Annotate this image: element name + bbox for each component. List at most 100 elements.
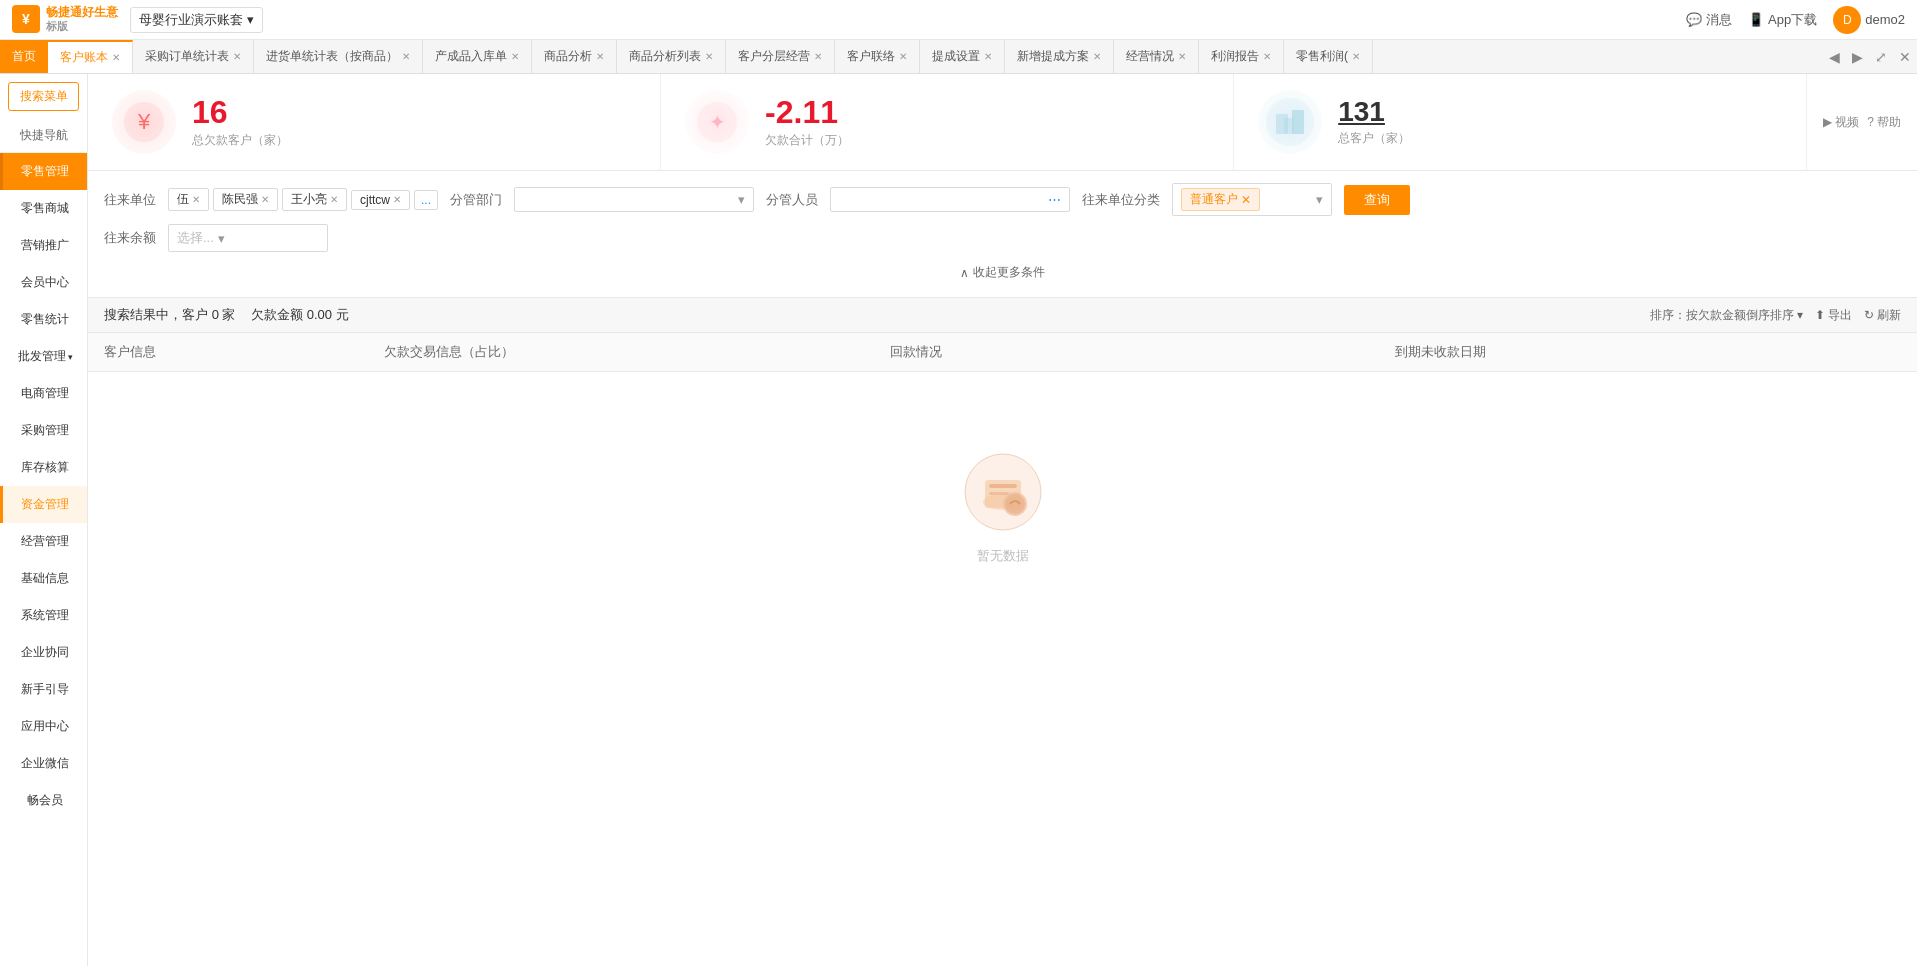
tag-close-wangxiao[interactable]: ✕ <box>330 194 338 205</box>
sidebar-item-retail-mgmt[interactable]: 零售管理 <box>0 153 87 190</box>
refresh-button[interactable]: ↻ 刷新 <box>1864 307 1901 324</box>
tab-close-purchase-order[interactable]: ✕ <box>233 51 241 62</box>
filter-row-1: 往来单位 伍 ✕ 陈民强 ✕ 王小亮 ✕ cjttcw <box>104 183 1901 216</box>
export-icon: ⬆ <box>1815 308 1825 322</box>
sidebar-item-pro-member[interactable]: 畅会员 <box>0 782 87 819</box>
tab-close-product-analysis-list[interactable]: ✕ <box>705 51 713 62</box>
sidebar-item-wholesale-mgmt[interactable]: 批发管理 ▾ <box>0 338 87 375</box>
sidebar-item-inventory[interactable]: 库存核算 <box>0 449 87 486</box>
tab-new-solution[interactable]: 新增提成方案 ✕ <box>1005 40 1114 74</box>
search-menu-button[interactable]: 搜索菜单 <box>8 82 79 111</box>
chevron-down-icon: ▾ <box>738 192 745 207</box>
sidebar-item-app-center[interactable]: 应用中心 <box>0 708 87 745</box>
sidebar-item-retail-mall[interactable]: 零售商城 <box>0 190 87 227</box>
tab-customer-tier[interactable]: 客户分层经营 ✕ <box>726 40 835 74</box>
tab-close-product-analysis[interactable]: ✕ <box>596 51 604 62</box>
tab-close-all-icon[interactable]: ✕ <box>1893 49 1917 65</box>
tab-close-profit-report[interactable]: ✕ <box>1263 51 1271 62</box>
org-selector[interactable]: 母婴行业演示账套 ▾ <box>130 7 263 33</box>
dept-select[interactable]: ▾ <box>514 187 754 212</box>
tag-close-iqu[interactable]: ✕ <box>192 194 200 205</box>
video-button[interactable]: ▶ 视频 <box>1823 82 1859 162</box>
tag-close-chenmin[interactable]: ✕ <box>261 194 269 205</box>
unit-label: 往来单位 <box>104 191 156 209</box>
tab-close-customer-tier[interactable]: ✕ <box>814 51 822 62</box>
header-right: 💬 消息 📱 App下载 D demo2 <box>1686 6 1905 34</box>
total-customers-info: 131 总客户（家） <box>1338 98 1410 147</box>
overdue-amount-icon: ✦ <box>685 90 749 154</box>
tab-product-analysis-list[interactable]: 商品分析列表 ✕ <box>617 40 726 74</box>
stat-total-customers: 131 总客户（家） <box>1234 74 1807 170</box>
sidebar-item-new-guide[interactable]: 新手引导 <box>0 671 87 708</box>
sidebar-item-fund-mgmt[interactable]: 资金管理 <box>0 486 87 523</box>
chevron-down-icon: ▾ <box>247 12 254 27</box>
user-menu[interactable]: D demo2 <box>1833 6 1905 34</box>
sidebar-item-purchase-mgmt[interactable]: 采购管理 <box>0 412 87 449</box>
balance-select[interactable]: 选择... ▾ <box>168 224 328 252</box>
tab-reminder-settings[interactable]: 提成设置 ✕ <box>920 40 1005 74</box>
sidebar-item-basic-info[interactable]: 基础信息 <box>0 560 87 597</box>
overdue-customers-value: 16 <box>192 96 288 128</box>
svg-point-14 <box>1005 494 1025 514</box>
sidebar-item-system-mgmt[interactable]: 系统管理 <box>0 597 87 634</box>
sidebar-item-ecommerce-mgmt[interactable]: 电商管理 <box>0 375 87 412</box>
collapse-button[interactable]: ∧ 收起更多条件 <box>104 260 1901 285</box>
tab-close-reminder-settings[interactable]: ✕ <box>984 51 992 62</box>
query-button[interactable]: 查询 <box>1344 185 1410 215</box>
sidebar-item-enterprise-coop[interactable]: 企业协同 <box>0 634 87 671</box>
overdue-customers-icon: ¥ <box>112 90 176 154</box>
tab-customer-account[interactable]: 客户账本 ✕ <box>48 40 133 74</box>
chevron-up-icon: ∧ <box>960 266 969 280</box>
tab-retail-profit[interactable]: 零售利润( ✕ <box>1284 40 1373 74</box>
sidebar-item-retail-stats[interactable]: 零售统计 <box>0 301 87 338</box>
tab-close-product-in[interactable]: ✕ <box>511 51 519 62</box>
tab-customer-contact[interactable]: 客户联络 ✕ <box>835 40 920 74</box>
sidebar-item-marketing[interactable]: 营销推广 <box>0 227 87 264</box>
tab-close-purchase-stats[interactable]: ✕ <box>402 51 410 62</box>
tab-nav-right[interactable]: ▶ <box>1846 49 1869 65</box>
overdue-customers-info: 16 总欠款客户（家） <box>192 96 288 149</box>
tab-purchase-stats[interactable]: 进货单统计表（按商品） ✕ <box>254 40 423 74</box>
sidebar-item-enterprise-wechat[interactable]: 企业微信 <box>0 745 87 782</box>
results-bar: 搜索结果中，客户 0 家 欠款金额 0.00 元 排序：按欠款金额倒序排序 ▾ … <box>88 298 1917 333</box>
sort-button[interactable]: 排序：按欠款金额倒序排序 ▾ <box>1650 307 1803 324</box>
tab-nav-left[interactable]: ◀ <box>1823 49 1846 65</box>
tab-expand-icon[interactable]: ⤢ <box>1869 49 1893 65</box>
cat-tag-close[interactable]: ✕ <box>1241 193 1251 207</box>
tab-operation-status[interactable]: 经营情况 ✕ <box>1114 40 1199 74</box>
person-select[interactable]: ⋯ <box>830 187 1070 212</box>
tab-scroll-area: 客户账本 ✕ 采购订单统计表 ✕ 进货单统计表（按商品） ✕ 产成品入库单 ✕ … <box>48 40 1823 74</box>
unit-class-select[interactable]: 普通客户 ✕ ▾ <box>1172 183 1332 216</box>
tab-close-retail-profit[interactable]: ✕ <box>1352 51 1360 62</box>
app-download-button[interactable]: 📱 App下载 <box>1748 11 1817 29</box>
sidebar-item-member-center[interactable]: 会员中心 <box>0 264 87 301</box>
tag-close-cjttcw[interactable]: ✕ <box>393 194 401 205</box>
tab-close-new-solution[interactable]: ✕ <box>1093 51 1101 62</box>
avatar: D <box>1833 6 1861 34</box>
tab-product-in[interactable]: 产成品入库单 ✕ <box>423 40 532 74</box>
refresh-icon: ↻ <box>1864 308 1874 322</box>
tab-close-operation-status[interactable]: ✕ <box>1178 51 1186 62</box>
help-button[interactable]: ? 帮助 <box>1867 82 1901 162</box>
tab-purchase-order[interactable]: 采购订单统计表 ✕ <box>133 40 254 74</box>
top-header: ¥ 畅捷通好生意 标版 母婴行业演示账套 ▾ 💬 消息 📱 App下载 D de… <box>0 0 1917 40</box>
unit-class-label: 往来单位分类 <box>1082 191 1160 209</box>
chevron-down-icon: ▾ <box>1316 192 1323 207</box>
message-icon: 💬 <box>1686 12 1702 27</box>
export-button[interactable]: ⬆ 导出 <box>1815 307 1852 324</box>
filter-tag-wangxiao: 王小亮 ✕ <box>282 188 347 211</box>
sidebar-item-operations-mgmt[interactable]: 经营管理 <box>0 523 87 560</box>
empty-state: 暂无数据 <box>88 372 1917 645</box>
col-header-repayment: 回款情况 <box>890 343 1396 361</box>
tab-close-customer-account[interactable]: ✕ <box>112 52 120 63</box>
tab-product-analysis[interactable]: 商品分析 ✕ <box>532 40 617 74</box>
message-button[interactable]: 💬 消息 <box>1686 11 1732 29</box>
tab-home[interactable]: 首页 <box>0 40 48 74</box>
empty-text: 暂无数据 <box>977 547 1029 565</box>
tab-profit-report[interactable]: 利润报告 ✕ <box>1199 40 1284 74</box>
tab-close-customer-contact[interactable]: ✕ <box>899 51 907 62</box>
more-tags-button[interactable]: ... <box>414 190 438 210</box>
svg-rect-11 <box>989 484 1017 488</box>
quick-nav-button[interactable]: 快捷导航 <box>0 119 87 153</box>
stat-overdue-amount: ✦ -2.11 欠款合计（万） <box>661 74 1234 170</box>
